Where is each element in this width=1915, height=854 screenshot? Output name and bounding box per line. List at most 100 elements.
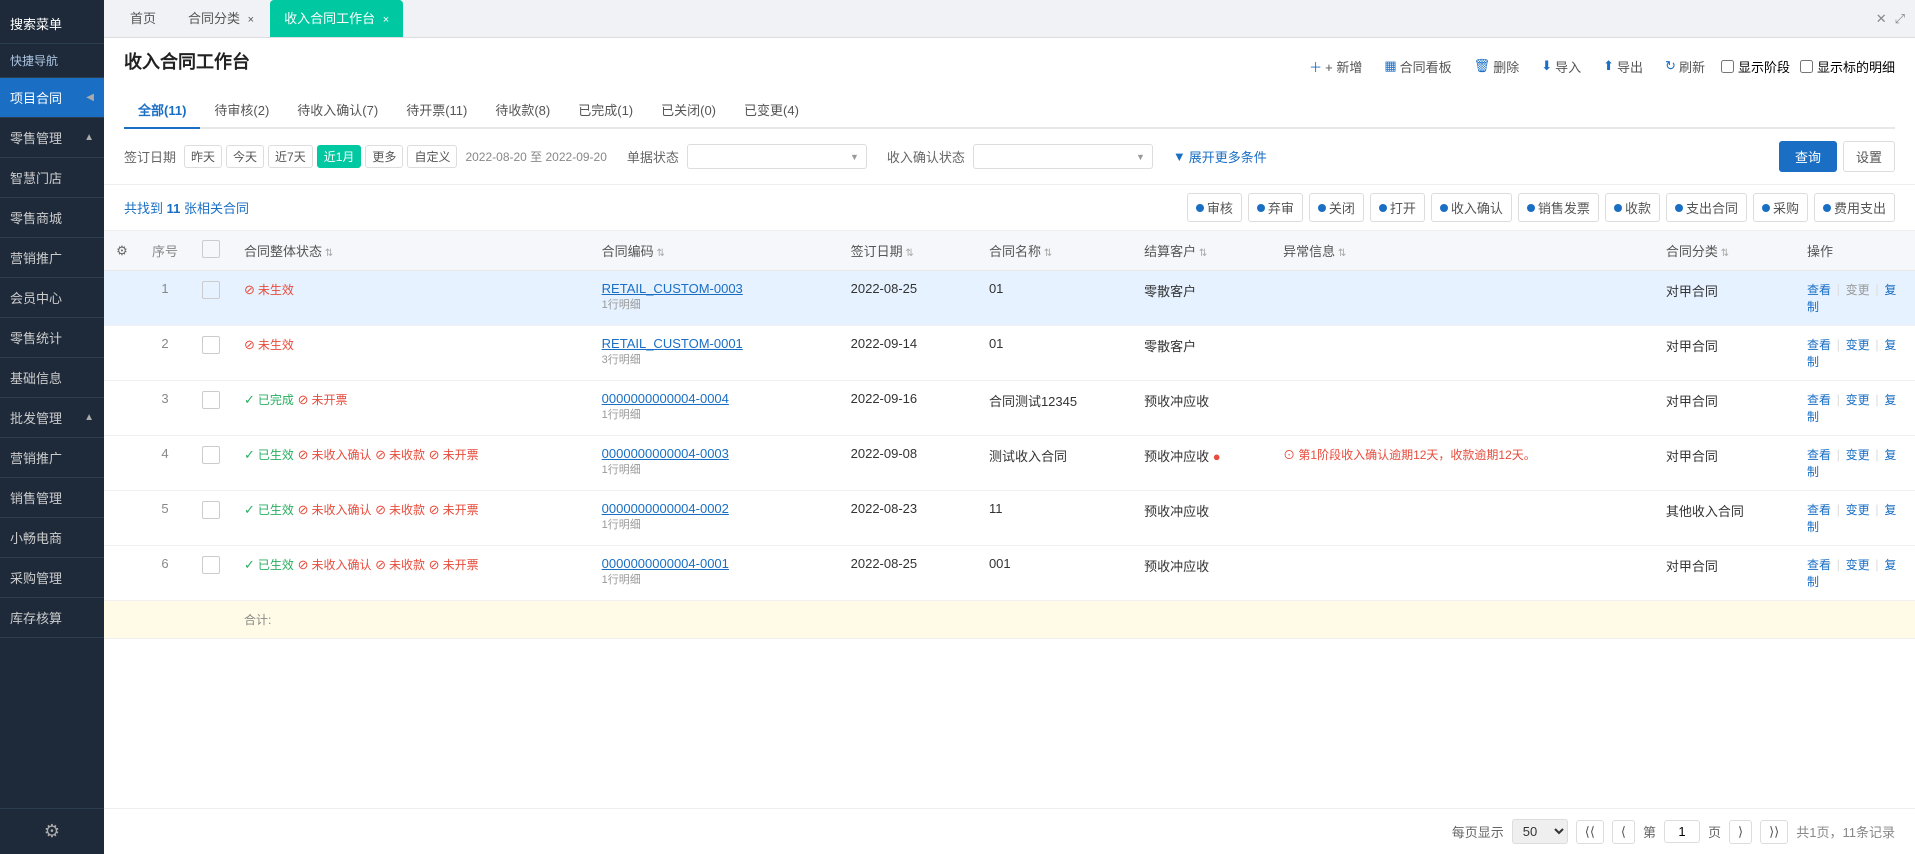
filter-tab-changed[interactable]: 已变更(4) <box>730 92 813 129</box>
check-col-header[interactable] <box>190 231 232 271</box>
filter-tab-all[interactable]: 全部(11) <box>124 92 200 129</box>
tab-income-workbench[interactable]: 收入合同工作台 × <box>270 0 403 37</box>
row-check[interactable] <box>190 546 232 601</box>
type-col-header[interactable]: 合同分类 <box>1654 231 1795 271</box>
panel-button[interactable]: ▦ 合同看板 <box>1378 53 1457 80</box>
view-link[interactable]: 查看 <box>1807 283 1831 297</box>
page-input[interactable] <box>1664 820 1700 843</box>
filter-tab-pending-confirm[interactable]: 待收入确认(7) <box>283 92 392 129</box>
filter-tab-pending-invoice[interactable]: 待开票(11) <box>392 92 481 129</box>
sidebar-item-retail[interactable]: 零售管理 ▲ <box>0 118 104 158</box>
tab-contract-category[interactable]: 合同分类 × <box>172 0 270 37</box>
first-page-button[interactable]: ⟨⟨ <box>1576 820 1604 844</box>
view-link[interactable]: 查看 <box>1807 503 1831 517</box>
close-window-icon[interactable]: ✕ <box>1876 11 1887 27</box>
view-link[interactable]: 查看 <box>1807 448 1831 462</box>
sidebar-item-online-retail[interactable]: 零售商城 <box>0 198 104 238</box>
row-settings[interactable] <box>104 546 140 601</box>
delete-button[interactable]: 🗑 删除 <box>1468 53 1526 80</box>
sidebar-item-smart-store[interactable]: 智慧门店 <box>0 158 104 198</box>
date-btn-last1month[interactable]: 近1月 <box>317 145 362 168</box>
sidebar-item-project[interactable]: 项目合同 ◀ <box>0 78 104 118</box>
sidebar-item-marketing2[interactable]: 营销推广 <box>0 438 104 478</box>
settings-col-header[interactable]: ⚙ <box>104 231 140 271</box>
sidebar-search[interactable]: 搜索菜单 <box>0 0 104 44</box>
customer-col-header[interactable]: 结算客户 <box>1132 231 1271 271</box>
show-stage-checkbox[interactable] <box>1721 60 1734 73</box>
contract-code-link[interactable]: 0000000000004-0002 <box>602 501 827 516</box>
date-btn-yesterday[interactable]: 昨天 <box>184 145 222 168</box>
sidebar-item-purchase[interactable]: 采购管理 <box>0 558 104 598</box>
tab-close-icon[interactable]: × <box>383 14 389 26</box>
invoice-button[interactable]: 销售发票 <box>1518 193 1599 222</box>
view-link[interactable]: 查看 <box>1807 393 1831 407</box>
change-link[interactable]: 变更 <box>1846 338 1870 352</box>
confirm-status-select[interactable] <box>973 144 1153 169</box>
expand-button[interactable]: ▼ 展开更多条件 <box>1173 147 1267 166</box>
page-size-select[interactable]: 50 20 100 <box>1512 819 1568 844</box>
refresh-button[interactable]: ↻ 刷新 <box>1659 53 1711 80</box>
settings-icon[interactable]: ⚙ <box>0 808 104 854</box>
row-check[interactable] <box>190 271 232 326</box>
abandon-button[interactable]: 弃审 <box>1248 193 1303 222</box>
row-settings[interactable] <box>104 491 140 546</box>
row-check[interactable] <box>190 436 232 491</box>
date-btn-today[interactable]: 今天 <box>226 145 264 168</box>
import-button[interactable]: ⬇ 导入 <box>1535 53 1587 80</box>
next-page-button[interactable]: ⟩ <box>1729 820 1752 844</box>
sidebar-item-ecommerce[interactable]: 小畅电商 <box>0 518 104 558</box>
status-select[interactable] <box>687 144 867 169</box>
review-button[interactable]: 审核 <box>1187 193 1242 222</box>
filter-tab-completed[interactable]: 已完成(1) <box>564 92 647 129</box>
payment-button[interactable]: 收款 <box>1605 193 1660 222</box>
date-btn-last7[interactable]: 近7天 <box>268 145 313 168</box>
sidebar-nav[interactable]: 快捷导航 <box>0 44 104 78</box>
show-detail-check[interactable]: 显示标的明细 <box>1800 57 1895 76</box>
tab-home[interactable]: 首页 <box>114 0 172 37</box>
change-link[interactable]: 变更 <box>1846 503 1870 517</box>
row-check[interactable] <box>190 326 232 381</box>
last-page-button[interactable]: ⟩⟩ <box>1760 820 1788 844</box>
prev-page-button[interactable]: ⟨ <box>1612 820 1635 844</box>
sidebar-item-wholesale[interactable]: 批发管理 ▲ <box>0 398 104 438</box>
purchase-button[interactable]: 采购 <box>1753 193 1808 222</box>
setting-button[interactable]: 设置 <box>1843 141 1895 172</box>
date-col-header[interactable]: 签订日期 <box>839 231 977 271</box>
change-link[interactable]: 变更 <box>1846 448 1870 462</box>
contract-code-link[interactable]: RETAIL_CUSTOM-0001 <box>602 336 827 351</box>
expense-button[interactable]: 支出合同 <box>1666 193 1747 222</box>
add-button[interactable]: ＋ + 新增 <box>1303 53 1368 80</box>
row-check[interactable] <box>190 491 232 546</box>
row-settings[interactable] <box>104 381 140 436</box>
sidebar-item-marketing[interactable]: 营销推广 <box>0 238 104 278</box>
sidebar-item-stats[interactable]: 零售统计 <box>0 318 104 358</box>
filter-tab-pending-payment[interactable]: 待收款(8) <box>481 92 564 129</box>
info-col-header[interactable]: 异常信息 <box>1271 231 1654 271</box>
close-contract-button[interactable]: 关闭 <box>1309 193 1364 222</box>
change-link[interactable]: 变更 <box>1846 283 1870 297</box>
confirm-income-button[interactable]: 收入确认 <box>1431 193 1512 222</box>
filter-tab-closed[interactable]: 已关闭(0) <box>647 92 730 129</box>
show-stage-check[interactable]: 显示阶段 <box>1721 57 1790 76</box>
sidebar-item-member[interactable]: 会员中心 <box>0 278 104 318</box>
contract-code-link[interactable]: 0000000000004-0004 <box>602 391 827 406</box>
sidebar-item-inventory[interactable]: 库存核算 <box>0 598 104 638</box>
tab-close-icon[interactable]: × <box>248 14 254 26</box>
show-detail-checkbox[interactable] <box>1800 60 1813 73</box>
change-link[interactable]: 变更 <box>1846 558 1870 572</box>
name-col-header[interactable]: 合同名称 <box>977 231 1132 271</box>
view-link[interactable]: 查看 <box>1807 558 1831 572</box>
code-col-header[interactable]: 合同编码 <box>590 231 839 271</box>
sidebar-item-basic[interactable]: 基础信息 <box>0 358 104 398</box>
row-check[interactable] <box>190 381 232 436</box>
row-settings[interactable] <box>104 436 140 491</box>
change-link[interactable]: 变更 <box>1846 393 1870 407</box>
export-button[interactable]: ⬆ 导出 <box>1597 53 1649 80</box>
open-button[interactable]: 打开 <box>1370 193 1425 222</box>
select-all-checkbox[interactable] <box>202 240 220 258</box>
date-btn-more[interactable]: 更多 <box>365 145 403 168</box>
status-col-header[interactable]: 合同整体状态 <box>232 231 590 271</box>
contract-code-link[interactable]: RETAIL_CUSTOM-0003 <box>602 281 827 296</box>
contract-code-link[interactable]: 0000000000004-0003 <box>602 446 827 461</box>
sidebar-item-sales[interactable]: 销售管理 <box>0 478 104 518</box>
